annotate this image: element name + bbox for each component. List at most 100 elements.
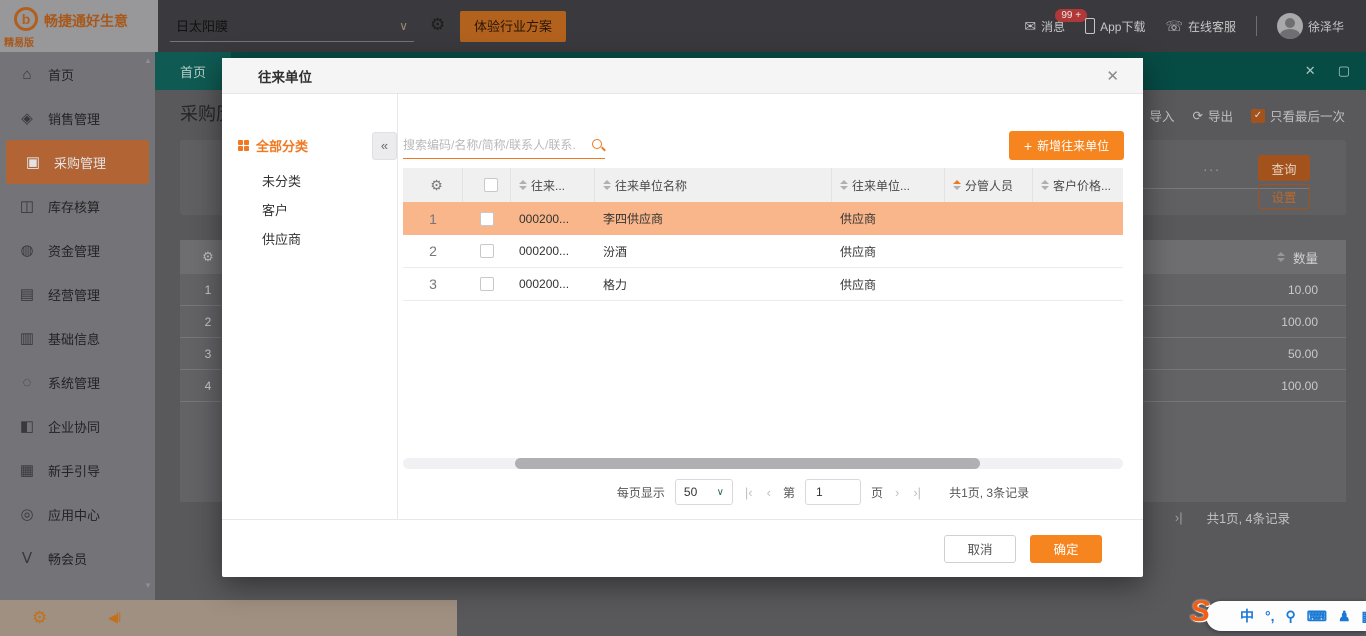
ime-mode-icon[interactable]: 中: [1240, 606, 1254, 626]
sidebar-item-guide[interactable]: ▦ 新手引导: [0, 448, 155, 492]
sort-icon[interactable]: [840, 180, 848, 190]
contact-type: 供应商: [840, 212, 877, 226]
collapse-panel-button[interactable]: «: [372, 132, 397, 160]
app-download-item[interactable]: App下载: [1085, 18, 1145, 35]
sidebar-item-collab[interactable]: ◧ 企业协同: [0, 404, 155, 448]
sidebar-item-label: 应用中心: [48, 507, 101, 523]
contact-code: 000200...: [519, 277, 570, 291]
name-column-header[interactable]: 往来单位名称: [615, 177, 687, 194]
sogou-logo-icon[interactable]: S: [1190, 595, 1210, 629]
scrollbar-thumb[interactable]: [515, 458, 980, 469]
filter-settings-button[interactable]: 设置: [1258, 184, 1310, 209]
per-page-select[interactable]: 50 ∨: [674, 479, 733, 505]
toolbox-grid-icon[interactable]: ▦: [1362, 608, 1366, 625]
sidebar-item-operations[interactable]: ▤ 经营管理: [0, 272, 155, 316]
footer-gear-icon[interactable]: ⚙: [32, 608, 47, 628]
sidebar-scrollbar[interactable]: ▲ ▼: [143, 54, 153, 592]
skin-icon[interactable]: ♟: [1338, 608, 1351, 625]
contact-name: 格力: [603, 277, 628, 292]
keyboard-icon[interactable]: ⌨: [1307, 608, 1327, 625]
more-filters-ellipsis[interactable]: ...: [1203, 158, 1221, 174]
sidebar-item-inventory[interactable]: ◫ 库存核算: [0, 184, 155, 228]
close-icon[interactable]: ✕: [1106, 67, 1119, 85]
sort-icon[interactable]: [1276, 252, 1285, 262]
last-page-icon[interactable]: ›|: [1175, 510, 1183, 525]
search-input[interactable]: [403, 137, 591, 152]
sort-icon[interactable]: [603, 180, 611, 190]
select-all-checkbox[interactable]: [483, 178, 498, 192]
microphone-icon[interactable]: ⚲: [1286, 608, 1296, 625]
org-selector[interactable]: 日太阳膜 ∨: [170, 10, 414, 42]
cancel-button[interactable]: 取消: [944, 534, 1016, 563]
sidebar-item-base-info[interactable]: ▥ 基础信息: [0, 316, 155, 360]
fullscreen-icon[interactable]: ▢: [1338, 63, 1350, 79]
confirm-button[interactable]: 确定: [1030, 534, 1102, 563]
scroll-down-icon[interactable]: ▼: [143, 581, 153, 590]
sidebar-item-home[interactable]: ⌂ 首页: [0, 52, 155, 96]
sidebar-item-member[interactable]: Ⅴ 畅会员: [0, 536, 155, 580]
tab-home[interactable]: 首页: [155, 52, 231, 90]
sidebar-item-label: 系统管理: [48, 375, 101, 391]
contacts-table-header: ⚙ 往来... 往来单位名称 往来单位... 分管人员 客户价格...: [403, 168, 1123, 202]
row-checkbox[interactable]: [480, 244, 494, 258]
sort-icon[interactable]: [519, 180, 527, 190]
row-checkbox[interactable]: [480, 277, 494, 291]
page-number-input[interactable]: [804, 479, 861, 505]
search-box[interactable]: [403, 131, 605, 159]
first-page-icon[interactable]: |‹: [743, 485, 755, 500]
code-column-header[interactable]: 往来...: [531, 177, 565, 194]
row-index: 2: [429, 243, 437, 259]
sidebar-item-app-center[interactable]: ◎ 应用中心: [0, 492, 155, 536]
contact-row[interactable]: 3 000200... 格力 供应商: [403, 268, 1123, 301]
sidebar-item-funds[interactable]: ◍ 资金管理: [0, 228, 155, 272]
contacts-modal: 往来单位 ✕ 全部分类 未分类 客户 供应商 « + 新增往来单位 ⚙ 往来..…: [222, 58, 1143, 577]
punctuation-icon[interactable]: °,: [1265, 608, 1275, 624]
app-center-icon: ◎: [20, 506, 34, 523]
window-close-icon[interactable]: ✕: [1305, 63, 1316, 79]
row-qty: 50.00: [1287, 346, 1318, 361]
qty-column-header[interactable]: 数量: [1293, 248, 1318, 267]
category-item-customer[interactable]: 客户: [262, 199, 382, 223]
category-grid-icon: [238, 140, 249, 151]
trial-industry-button[interactable]: 体验行业方案: [460, 11, 567, 42]
sidebar-item-purchase[interactable]: ▣ 采购管理: [6, 140, 149, 184]
price-column-header[interactable]: 客户价格...: [1053, 177, 1111, 194]
guide-icon: ▦: [19, 462, 35, 479]
collapse-sidebar-icon[interactable]: ◀‖: [108, 610, 121, 626]
user-item[interactable]: 徐泽华: [1276, 13, 1344, 39]
settings-gear-icon[interactable]: ⚙: [430, 15, 445, 35]
category-item-uncategorized[interactable]: 未分类: [262, 170, 382, 194]
sidebar-item-sales[interactable]: ◈ 销售管理: [0, 96, 155, 140]
brand-name: 畅捷通好生意: [44, 13, 128, 29]
manager-column-header[interactable]: 分管人员: [965, 177, 1013, 194]
messages-item[interactable]: ✉ 消息 99 +: [1024, 8, 1088, 35]
last-page-icon[interactable]: ›|: [911, 485, 923, 500]
row-index: 3: [429, 276, 437, 292]
next-page-icon[interactable]: ›: [893, 485, 901, 500]
sort-icon[interactable]: [1041, 180, 1049, 190]
export-button[interactable]: ⟳ 导出: [1192, 106, 1233, 125]
all-categories-header[interactable]: 全部分类: [238, 136, 308, 155]
add-contact-button[interactable]: + 新增往来单位: [1009, 131, 1124, 160]
horizontal-scrollbar[interactable]: [403, 458, 1123, 469]
type-column-header[interactable]: 往来单位...: [852, 177, 910, 194]
top-navbar: b 畅捷通好生意 精易版 日太阳膜 ∨ ⚙ 体验行业方案 ✉ 消息 99 + A…: [0, 0, 1366, 52]
brand-logo-icon: b: [14, 7, 38, 31]
scroll-up-icon[interactable]: ▲: [143, 56, 153, 65]
category-item-supplier[interactable]: 供应商: [262, 228, 382, 252]
search-icon[interactable]: [591, 138, 605, 152]
query-button[interactable]: 查询: [1258, 155, 1310, 181]
sidebar-item-system[interactable]: ◌ 系统管理: [0, 360, 155, 404]
sidebar-item-label: 新手引导: [48, 463, 101, 479]
all-categories-label: 全部分类: [256, 139, 309, 154]
online-service-item[interactable]: ☏ 在线客服: [1165, 18, 1236, 35]
online-service-label: 在线客服: [1187, 19, 1236, 34]
contact-row-selected[interactable]: 1 000200... 李四供应商 供应商: [403, 202, 1123, 235]
only-last-checkbox-item[interactable]: ✓ 只看最后一次: [1250, 106, 1345, 125]
prev-page-icon[interactable]: ‹: [765, 485, 773, 500]
contact-row[interactable]: 2 000200... 汾酒 供应商: [403, 235, 1123, 268]
column-settings-gear-icon[interactable]: ⚙: [430, 177, 443, 194]
sort-asc-icon[interactable]: [953, 180, 961, 190]
checked-checkbox-icon[interactable]: ✓: [1250, 108, 1265, 123]
row-checkbox[interactable]: [480, 211, 494, 226]
